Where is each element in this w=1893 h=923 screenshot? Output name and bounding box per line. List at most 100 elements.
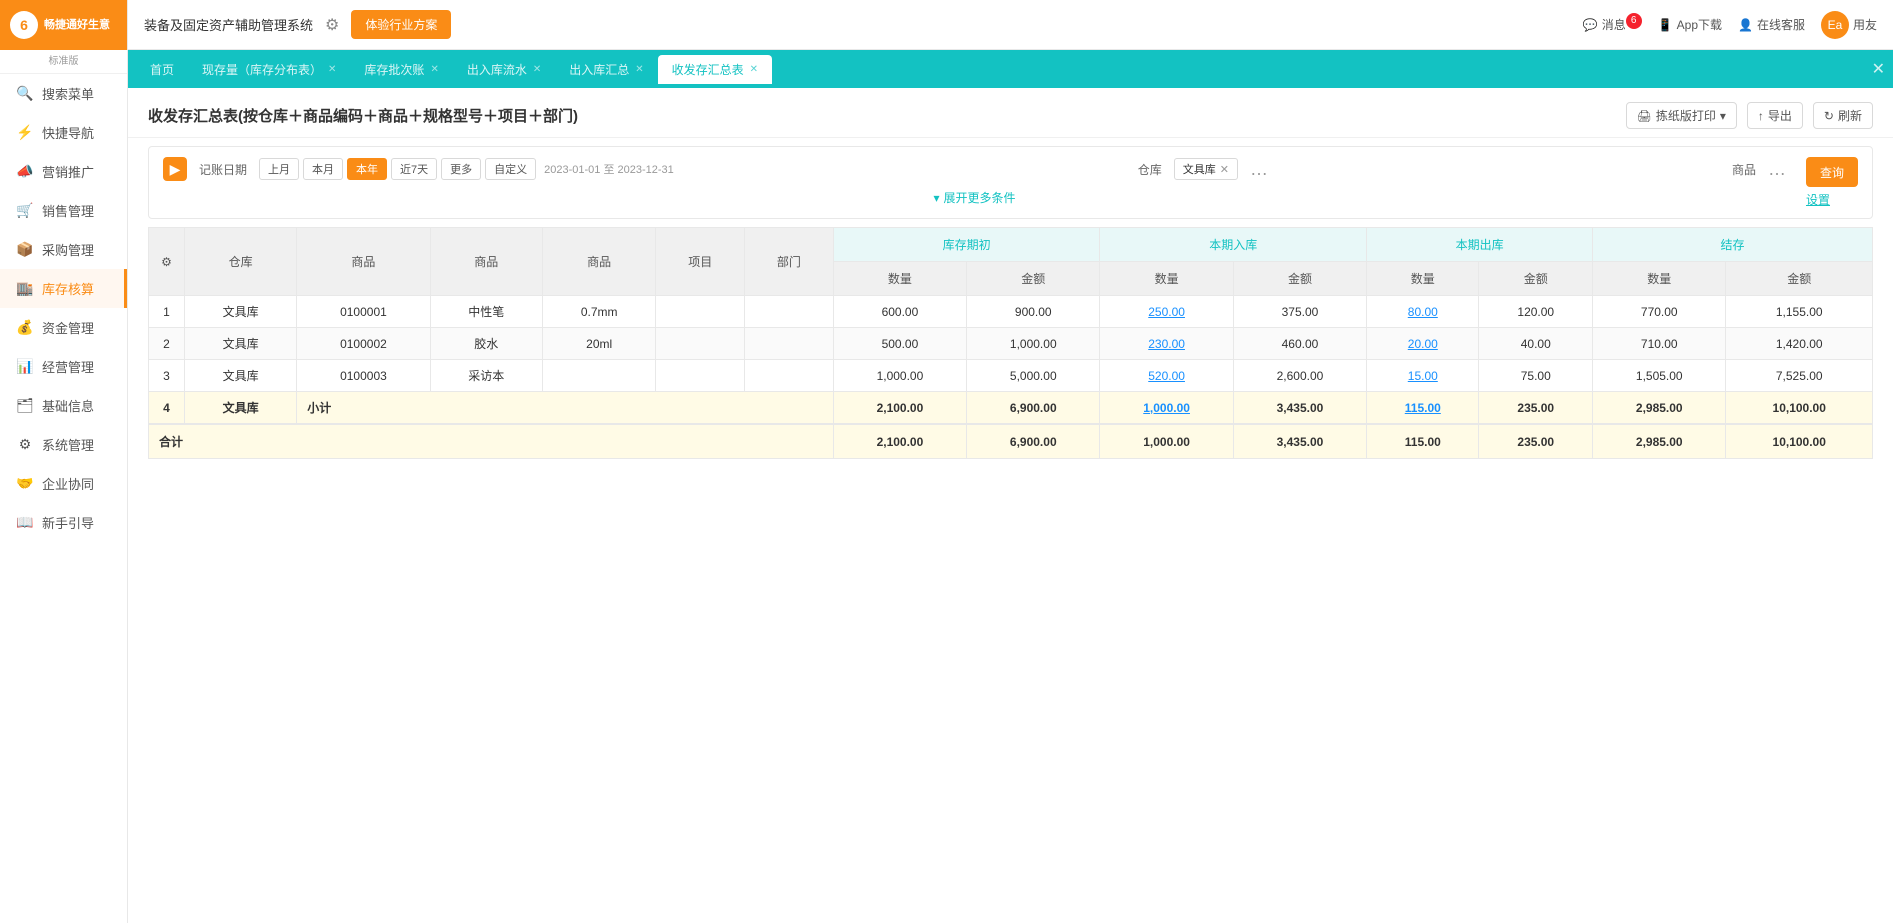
th-group-in: 本期入库 [1100, 228, 1367, 262]
cell-balance-qty: 1,505.00 [1593, 360, 1726, 392]
sidebar-item-system[interactable]: ⚙ 系统管理 [0, 425, 127, 464]
subtotal-in-qty[interactable]: 1,000.00 [1100, 392, 1233, 425]
cell-in-qty[interactable]: 520.00 [1100, 360, 1233, 392]
cell-code: 0100001 [297, 296, 430, 328]
sidebar-item-inventory[interactable]: 🏬 库存核算 [0, 269, 127, 308]
cell-name: 采访本 [430, 360, 542, 392]
expand-more-btn[interactable]: ▾ 展开更多条件 [933, 189, 1015, 206]
date-btn-last-month[interactable]: 上月 [259, 158, 299, 180]
tab-bar: 首页 现存量（库存分布表） ✕ 库存批次账 ✕ 出入库流水 ✕ 出入库汇总 ✕ … [128, 50, 1893, 88]
total-out-qty: 115.00 [1367, 424, 1479, 459]
subtotal-label: 小计 [297, 392, 833, 425]
sidebar-item-guide[interactable]: 📖 新手引导 [0, 503, 127, 542]
online-service-btn[interactable]: 👤 在线客服 [1738, 16, 1805, 33]
cell-opening-amt: 900.00 [967, 296, 1100, 328]
page-header: 收发存汇总表(按仓库＋商品编码＋商品＋规格型号＋项目＋部门) 🖨 拣纸版打印 ▾… [128, 88, 1893, 138]
subtotal-out-qty[interactable]: 115.00 [1367, 392, 1479, 425]
print-btn[interactable]: 🖨 拣纸版打印 ▾ [1626, 102, 1737, 129]
tab-home[interactable]: 首页 [136, 55, 188, 84]
export-btn[interactable]: ↑ 导出 [1747, 102, 1803, 129]
cell-dept [745, 296, 834, 328]
goods-more-btn[interactable]: … [1768, 159, 1786, 180]
sidebar-item-enterprise[interactable]: 🤝 企业协同 [0, 464, 127, 503]
subtotal-opening-amt: 6,900.00 [967, 392, 1100, 425]
gear-icon[interactable]: ⚙ [325, 15, 339, 35]
table-settings-link[interactable]: 设置 [1806, 191, 1858, 208]
cell-out-qty[interactable]: 80.00 [1367, 296, 1479, 328]
cell-opening-amt: 5,000.00 [967, 360, 1100, 392]
th-settings[interactable]: ⚙ [149, 228, 185, 296]
sidebar-item-search[interactable]: 🔍 搜索菜单 [0, 74, 127, 113]
cell-project [656, 296, 745, 328]
date-btn-custom[interactable]: 自定义 [485, 158, 536, 180]
subtotal-row: 4 文具库 小计 2,100.00 6,900.00 1,000.00 3,43… [149, 392, 1873, 425]
tab-recv-send[interactable]: 收发存汇总表 ✕ [658, 55, 772, 84]
date-btn-this-month[interactable]: 本月 [303, 158, 343, 180]
cell-in-qty[interactable]: 230.00 [1100, 328, 1233, 360]
tab-close-recv-send[interactable]: ✕ [750, 64, 758, 75]
table-settings-icon: ⚙ [161, 255, 172, 269]
cell-name: 胶水 [430, 328, 542, 360]
tab-close-batch[interactable]: ✕ [430, 64, 438, 75]
cell-name: 中性笔 [430, 296, 542, 328]
th-balance-qty: 数量 [1593, 262, 1726, 296]
system-icon: ⚙ [16, 436, 34, 453]
tab-close-inout-flow[interactable]: ✕ [533, 64, 541, 75]
total-in-qty: 1,000.00 [1100, 424, 1233, 459]
cell-no: 2 [149, 328, 185, 360]
filter-row-main: ▶ 记账日期 上月 本月 本年 近7天 更多 自定义 2023-01-01 至 … [163, 157, 1858, 208]
filter-toggle-btn[interactable]: ▶ [163, 157, 187, 181]
tab-stock-dist[interactable]: 现存量（库存分布表） ✕ [188, 55, 350, 84]
sidebar-item-operation[interactable]: 📊 经营管理 [0, 347, 127, 386]
warehouse-label: 仓库 [1138, 161, 1162, 178]
topbar-left: 装备及固定资产辅助管理系统 ⚙ 体验行业方案 [144, 10, 451, 39]
sidebar: 6 畅捷通好生意 标准版 🔍 搜索菜单 ⚡ 快捷导航 📣 营销推广 🛒 销售管理… [0, 0, 128, 923]
user-menu[interactable]: Ea 用友 [1821, 11, 1877, 39]
tab-inout-flow[interactable]: 出入库流水 ✕ [453, 55, 555, 84]
basic-icon: 🗂 [16, 397, 34, 414]
subtotal-out-amt: 235.00 [1479, 392, 1593, 425]
tab-close-stock-dist[interactable]: ✕ [328, 64, 336, 75]
date-btn-more[interactable]: 更多 [441, 158, 481, 180]
th-out-qty: 数量 [1367, 262, 1479, 296]
message-btn[interactable]: 💬 消息 6 [1583, 16, 1642, 33]
cell-project [656, 328, 745, 360]
table-row: 1 文具库 0100001 中性笔 0.7mm 600.00 900.00 25… [149, 296, 1873, 328]
search-icon: 🔍 [16, 85, 34, 102]
tab-inout-summary[interactable]: 出入库汇总 ✕ [555, 55, 657, 84]
page-content: 收发存汇总表(按仓库＋商品编码＋商品＋规格型号＋项目＋部门) 🖨 拣纸版打印 ▾… [128, 88, 1893, 923]
data-table: ⚙ 仓库 商品 商品 商品 项目 部门 库存期初 本期入库 本期出库 结存 [148, 227, 1873, 459]
tab-close-inout-summary[interactable]: ✕ [635, 64, 643, 75]
query-btn[interactable]: 查询 [1806, 157, 1858, 187]
cell-out-qty[interactable]: 15.00 [1367, 360, 1479, 392]
close-all-tabs-btn[interactable]: ✕ [1872, 59, 1885, 79]
sidebar-item-quick[interactable]: ⚡ 快捷导航 [0, 113, 127, 152]
cell-out-qty[interactable]: 20.00 [1367, 328, 1479, 360]
table-wrap: ⚙ 仓库 商品 商品 商品 项目 部门 库存期初 本期入库 本期出库 结存 [128, 227, 1893, 459]
experience-btn[interactable]: 体验行业方案 [351, 10, 451, 39]
refresh-btn[interactable]: ↻ 刷新 [1813, 102, 1873, 129]
cell-out-amt: 40.00 [1479, 328, 1593, 360]
date-label: 记账日期 [199, 161, 247, 178]
date-btn-7days[interactable]: 近7天 [391, 158, 437, 180]
th-group-balance: 结存 [1593, 228, 1873, 262]
sidebar-item-sales[interactable]: 🛒 销售管理 [0, 191, 127, 230]
chevron-down-icon: ▾ [1720, 109, 1726, 123]
th-code: 商品 [297, 228, 430, 296]
cell-in-qty[interactable]: 250.00 [1100, 296, 1233, 328]
sidebar-item-marketing[interactable]: 📣 营销推广 [0, 152, 127, 191]
sidebar-item-basic[interactable]: 🗂 基础信息 [0, 386, 127, 425]
cell-opening-qty: 500.00 [833, 328, 966, 360]
date-btn-this-year[interactable]: 本年 [347, 158, 387, 180]
app-download-btn[interactable]: 📱 App下载 [1658, 16, 1722, 33]
total-balance-amt: 10,100.00 [1726, 424, 1873, 459]
service-icon: 👤 [1738, 18, 1753, 32]
warehouse-tag-close[interactable]: ✕ [1220, 163, 1229, 176]
tab-batch[interactable]: 库存批次账 ✕ [350, 55, 452, 84]
guide-icon: 📖 [16, 514, 34, 531]
sidebar-item-finance[interactable]: 💰 资金管理 [0, 308, 127, 347]
warehouse-more-btn[interactable]: … [1250, 159, 1268, 180]
cell-warehouse: 文具库 [185, 360, 297, 392]
th-in-qty: 数量 [1100, 262, 1233, 296]
sidebar-item-purchase[interactable]: 📦 采购管理 [0, 230, 127, 269]
